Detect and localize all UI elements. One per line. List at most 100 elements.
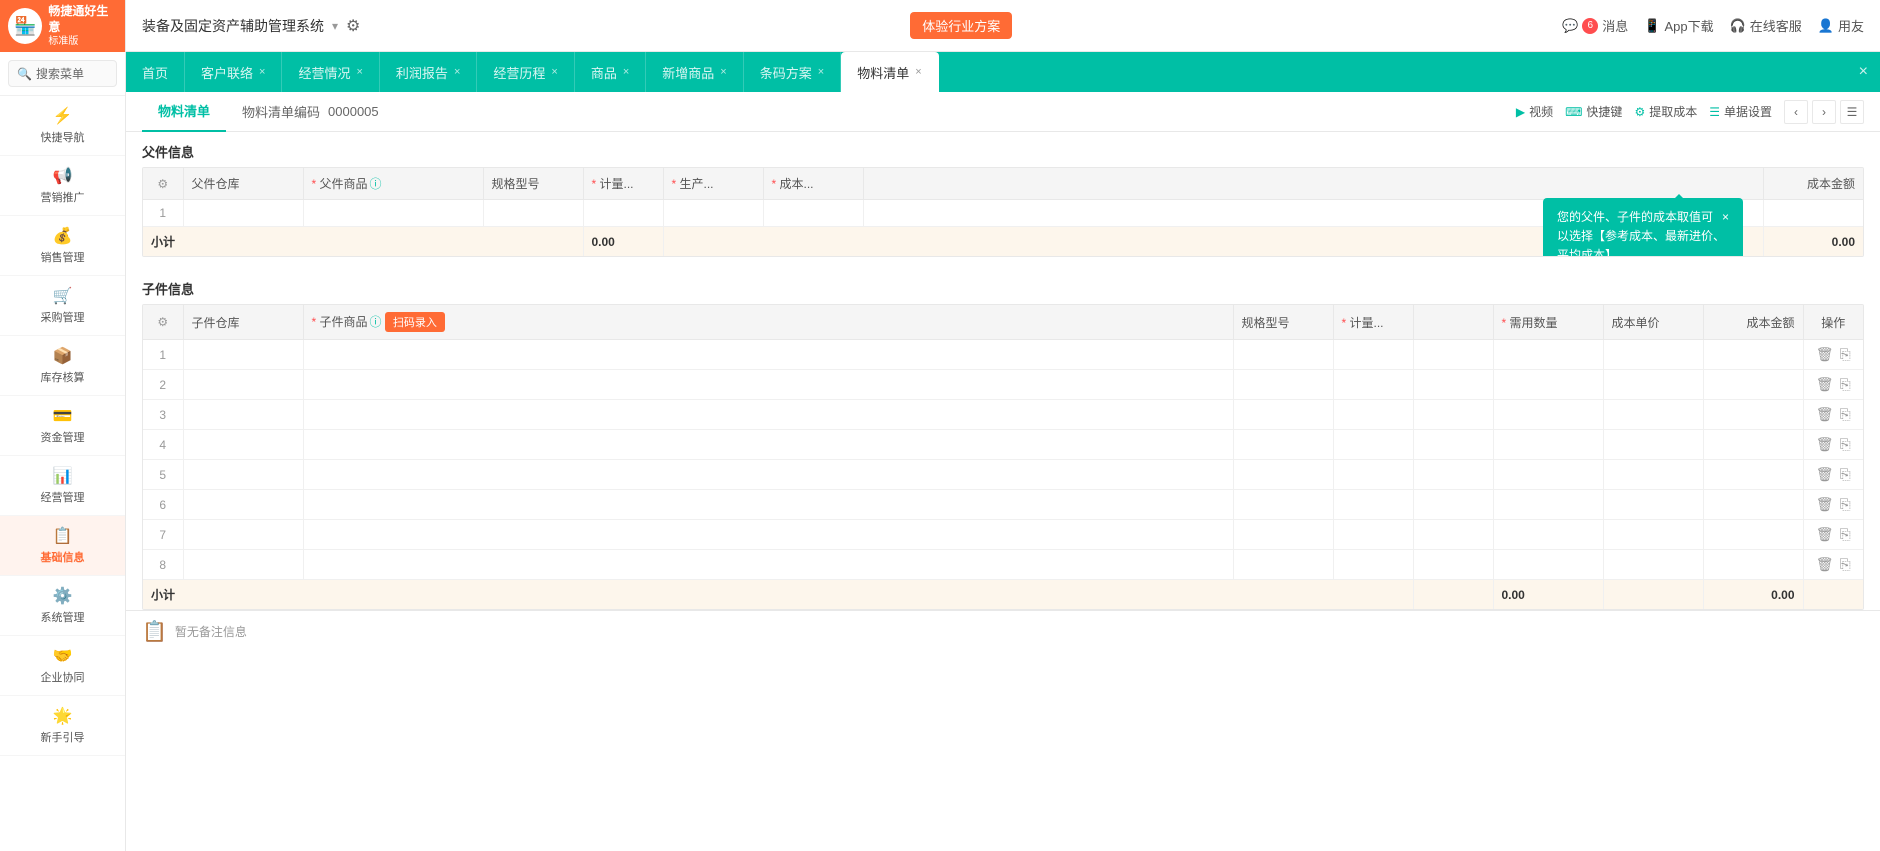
child-row3-warehouse[interactable] xyxy=(183,400,303,430)
copy-row8-button[interactable]: ⎘ xyxy=(1840,556,1851,573)
video-button[interactable]: ▶ 视频 xyxy=(1516,103,1553,120)
child-row1-warehouse[interactable] xyxy=(183,340,303,370)
tab-barcode-close[interactable]: × xyxy=(818,66,824,78)
tab-new-products[interactable]: 新增商品 × xyxy=(646,52,743,92)
delete-row2-button[interactable]: 🗑 xyxy=(1816,376,1834,393)
parent-row-production[interactable] xyxy=(663,200,763,227)
message-button[interactable]: 💬 6 消息 xyxy=(1562,16,1628,35)
tab-operations-close[interactable]: × xyxy=(356,66,362,78)
child-row2-quantity[interactable] xyxy=(1493,370,1603,400)
child-row4-warehouse[interactable] xyxy=(183,430,303,460)
child-row8-product[interactable] xyxy=(303,550,1233,580)
child-row6-quantity[interactable] xyxy=(1493,490,1603,520)
tab-products-close[interactable]: × xyxy=(623,66,629,78)
child-row6-product[interactable] xyxy=(303,490,1233,520)
child-row7-warehouse[interactable] xyxy=(183,520,303,550)
single-setting-button[interactable]: ☰ 单据设置 xyxy=(1709,103,1772,120)
sidebar-item-inventory[interactable]: 📦 库存核算 xyxy=(0,336,125,396)
parent-row-product[interactable] xyxy=(303,200,483,227)
delete-row8-button[interactable]: 🗑 xyxy=(1816,556,1834,573)
sidebar-item-operations[interactable]: 📊 经营管理 xyxy=(0,456,125,516)
child-row7-unit[interactable] xyxy=(1333,520,1413,550)
child-row8-quantity[interactable] xyxy=(1493,550,1603,580)
tab-bom[interactable]: 物料清单 × xyxy=(841,52,938,92)
child-row3-unit[interactable] xyxy=(1333,400,1413,430)
tab-products[interactable]: 商品 × xyxy=(575,52,646,92)
copy-row7-button[interactable]: ⎘ xyxy=(1840,526,1851,543)
settings-icon[interactable]: ⚙ xyxy=(346,16,360,36)
parent-row-cost[interactable] xyxy=(763,200,863,227)
tab-new-products-close[interactable]: × xyxy=(720,66,726,78)
delete-row6-button[interactable]: 🗑 xyxy=(1816,496,1834,513)
child-row3-product[interactable] xyxy=(303,400,1233,430)
child-row1-unit[interactable] xyxy=(1333,340,1413,370)
child-row2-unit[interactable] xyxy=(1333,370,1413,400)
sidebar-item-sales[interactable]: 💰 销售管理 xyxy=(0,216,125,276)
copy-row5-button[interactable]: ⎘ xyxy=(1840,466,1851,483)
child-row5-product[interactable] xyxy=(303,460,1233,490)
tab-home[interactable]: 首页 xyxy=(126,52,185,92)
child-row7-quantity[interactable] xyxy=(1493,520,1603,550)
child-row1-quantity[interactable] xyxy=(1493,340,1603,370)
delete-row1-button[interactable]: 🗑 xyxy=(1816,346,1834,363)
sidebar-item-finance[interactable]: 💳 资金管理 xyxy=(0,396,125,456)
delete-row3-button[interactable]: 🗑 xyxy=(1816,406,1834,423)
copy-row2-button[interactable]: ⎘ xyxy=(1840,376,1851,393)
child-row8-unit[interactable] xyxy=(1333,550,1413,580)
copy-row3-button[interactable]: ⎘ xyxy=(1840,406,1851,423)
copy-row1-button[interactable]: ⎘ xyxy=(1840,346,1851,363)
child-row8-warehouse[interactable] xyxy=(183,550,303,580)
child-row2-product[interactable] xyxy=(303,370,1233,400)
child-row4-product[interactable] xyxy=(303,430,1233,460)
child-row3-quantity[interactable] xyxy=(1493,400,1603,430)
child-row6-unit[interactable] xyxy=(1333,490,1413,520)
sidebar-item-quick-nav[interactable]: ⚡ 快捷导航 xyxy=(0,96,125,156)
sidebar-item-enterprise[interactable]: 🤝 企业协同 xyxy=(0,636,125,696)
tab-profit[interactable]: 利润报告 × xyxy=(380,52,477,92)
child-row4-unit[interactable] xyxy=(1333,430,1413,460)
app-download-button[interactable]: 📱 App下载 xyxy=(1644,16,1713,35)
user-menu[interactable]: 👤 用友 xyxy=(1818,16,1864,35)
tooltip-close-button[interactable]: × xyxy=(1722,208,1729,227)
sidebar-item-guide[interactable]: 🌟 新手引导 xyxy=(0,696,125,756)
extract-cost-button[interactable]: ⚙ 提取成本 xyxy=(1634,103,1697,120)
tab-barcode[interactable]: 条码方案 × xyxy=(744,52,841,92)
child-row6-warehouse[interactable] xyxy=(183,490,303,520)
tab-customers-close[interactable]: × xyxy=(259,66,265,78)
tab-history-close[interactable]: × xyxy=(551,66,557,78)
next-page-button[interactable]: › xyxy=(1812,100,1836,124)
child-row5-unit[interactable] xyxy=(1333,460,1413,490)
child-row5-warehouse[interactable] xyxy=(183,460,303,490)
sidebar-item-purchase[interactable]: 🛒 采购管理 xyxy=(0,276,125,336)
sidebar-item-system[interactable]: ⚙️ 系统管理 xyxy=(0,576,125,636)
tab-operations-situation[interactable]: 经营情况 × xyxy=(282,52,379,92)
copy-row4-button[interactable]: ⎘ xyxy=(1840,436,1851,453)
prev-page-button[interactable]: ‹ xyxy=(1784,100,1808,124)
delete-row4-button[interactable]: 🗑 xyxy=(1816,436,1834,453)
delete-row5-button[interactable]: 🗑 xyxy=(1816,466,1834,483)
parent-row-unit[interactable] xyxy=(583,200,663,227)
sidebar-item-marketing[interactable]: 📢 营销推广 xyxy=(0,156,125,216)
tab-profit-close[interactable]: × xyxy=(454,66,460,78)
copy-row6-button[interactable]: ⎘ xyxy=(1840,496,1851,513)
child-row5-quantity[interactable] xyxy=(1493,460,1603,490)
child-row4-quantity[interactable] xyxy=(1493,430,1603,460)
child-row2-warehouse[interactable] xyxy=(183,370,303,400)
child-row1-product[interactable] xyxy=(303,340,1233,370)
child-row7-product[interactable] xyxy=(303,520,1233,550)
sidebar-item-basics[interactable]: 📋 基础信息 xyxy=(0,516,125,576)
tab-bom-close[interactable]: × xyxy=(915,66,921,78)
scan-input-button[interactable]: 扫码录入 xyxy=(385,312,445,332)
delete-row7-button[interactable]: 🗑 xyxy=(1816,526,1834,543)
trial-button[interactable]: 体验行业方案 xyxy=(910,12,1012,39)
list-view-button[interactable]: ☰ xyxy=(1840,100,1864,124)
online-service-button[interactable]: 🎧 在线客服 xyxy=(1730,16,1802,35)
parent-row-warehouse[interactable] xyxy=(183,200,303,227)
tab-customers[interactable]: 客户联络 × xyxy=(185,52,282,92)
sub-tab-bom-code[interactable]: 物料清单编码 0000005 xyxy=(226,92,395,132)
nav-close-all[interactable]: × xyxy=(1847,63,1880,81)
search-menu-button[interactable]: 🔍 搜索菜单 xyxy=(8,60,117,87)
shortcut-button[interactable]: ⌨ 快捷键 xyxy=(1565,103,1622,120)
sub-tab-bom-list[interactable]: 物料清单 xyxy=(142,92,226,132)
tab-history[interactable]: 经营历程 × xyxy=(477,52,574,92)
